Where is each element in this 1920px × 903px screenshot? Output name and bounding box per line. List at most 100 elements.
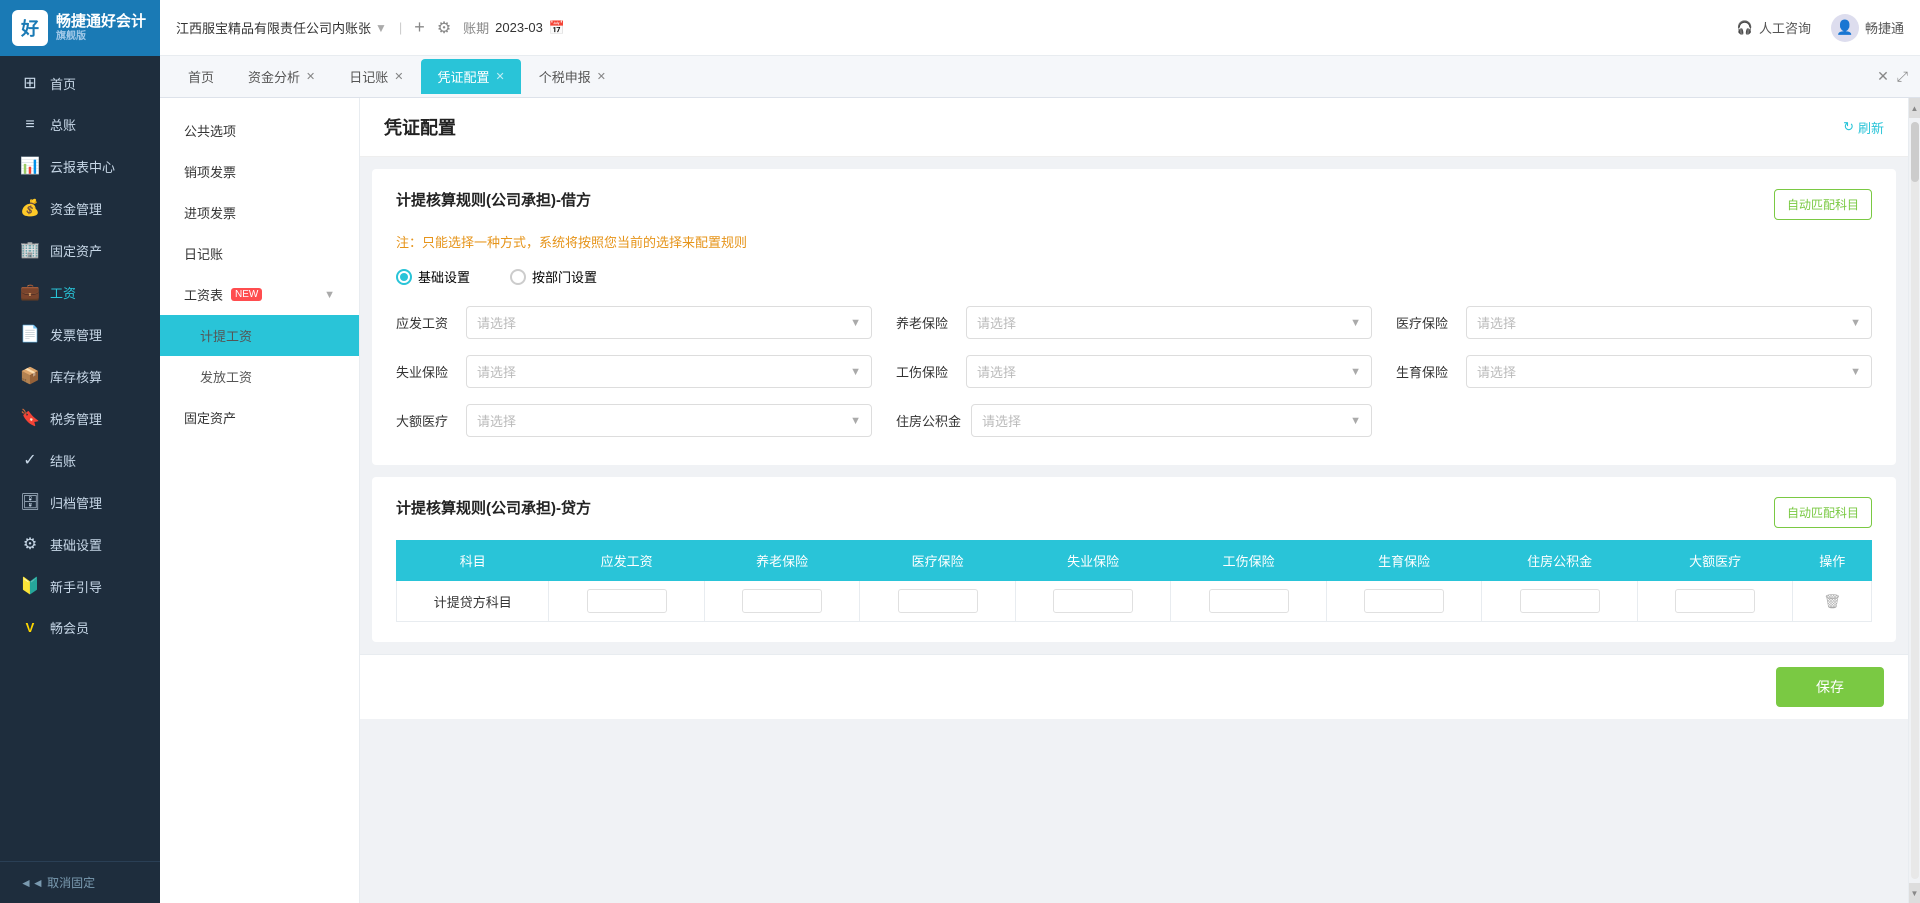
- input-big-medical[interactable]: [1675, 589, 1755, 613]
- delete-row-button[interactable]: 🗑: [1823, 593, 1841, 609]
- page-header: 凭证配置 ↻ 刷新: [360, 98, 1908, 157]
- chevron-work-injury: ▼: [1350, 366, 1361, 378]
- settings-gear-button[interactable]: ⚙: [437, 18, 451, 38]
- input-housing[interactable]: [1520, 589, 1600, 613]
- auto-match-debit-button[interactable]: 自动匹配科目: [1774, 189, 1872, 220]
- tab-finance[interactable]: 资金分析 ✕: [232, 59, 331, 94]
- sidebar-item-archive[interactable]: 🗄 归档管理: [0, 481, 160, 523]
- menu-item-journal[interactable]: 日记账: [160, 233, 359, 274]
- debit-section: 计提核算规则(公司承担)-借方 自动匹配科目 注：只能选择一种方式，系统将按照您…: [372, 169, 1896, 465]
- input-unemployment[interactable]: [1053, 589, 1133, 613]
- tab-voucher[interactable]: 凭证配置 ✕: [421, 59, 520, 94]
- sidebar-item-closing[interactable]: ✓ 结账: [0, 439, 160, 481]
- menu-item-jiti[interactable]: 计提工资: [160, 315, 359, 356]
- col-action: 操作: [1793, 541, 1872, 581]
- select-housing[interactable]: 请选择 ▼: [971, 404, 1372, 437]
- sidebar-item-member[interactable]: V 畅会员: [0, 607, 160, 648]
- menu-item-public[interactable]: 公共选项: [160, 110, 359, 151]
- cell-medical-input[interactable]: [860, 581, 1016, 622]
- input-medical[interactable]: [898, 589, 978, 613]
- select-salary-placeholder: 请选择: [477, 313, 516, 332]
- label-unemployment: 失业保险: [396, 362, 456, 381]
- user-profile[interactable]: 👤 畅捷通: [1831, 14, 1904, 42]
- sidebar-item-tax[interactable]: 🔖 税务管理: [0, 397, 160, 439]
- select-maternity[interactable]: 请选择 ▼: [1466, 355, 1872, 388]
- topbar-separator: |: [399, 20, 402, 35]
- select-work-injury[interactable]: 请选择 ▼: [966, 355, 1372, 388]
- cell-unemployment-input[interactable]: [1015, 581, 1171, 622]
- chevron-big-medical: ▼: [850, 415, 861, 427]
- credit-table: 科目 应发工资 养老保险 医疗保险 失业保险 工伤保险 生育保险 住房公积金 大…: [396, 540, 1872, 622]
- sidebar-label-cloud: 云报表中心: [50, 157, 115, 176]
- tab-tax-close[interactable]: ✕: [597, 70, 606, 83]
- tab-journal[interactable]: 日记账 ✕: [333, 59, 419, 94]
- field-medical: 医疗保险 请选择 ▼: [1396, 306, 1872, 339]
- maximize-icon[interactable]: ⤢: [1897, 68, 1908, 85]
- sidebar-item-home[interactable]: ⊞ 首页: [0, 62, 160, 104]
- cell-salary-input[interactable]: [549, 581, 705, 622]
- closing-icon: ✓: [20, 450, 40, 470]
- period-selector[interactable]: 账期 2023-03 📅: [463, 18, 565, 37]
- tab-journal-close[interactable]: ✕: [394, 70, 403, 83]
- credit-section-header: 计提核算规则(公司承担)-贷方 自动匹配科目: [396, 497, 1872, 528]
- menu-item-sales[interactable]: 销项发票: [160, 151, 359, 192]
- cell-housing-input[interactable]: [1482, 581, 1638, 622]
- menu-item-salary-table[interactable]: 工资表 NEW ▼: [160, 274, 359, 315]
- input-maternity[interactable]: [1364, 589, 1444, 613]
- scroll-down-button[interactable]: ▼: [1909, 883, 1920, 903]
- cell-work-injury-input[interactable]: [1171, 581, 1327, 622]
- input-salary[interactable]: [587, 589, 667, 613]
- cell-maternity-input[interactable]: [1326, 581, 1482, 622]
- sidebar-label-settings: 基础设置: [50, 535, 102, 554]
- tab-finance-close[interactable]: ✕: [306, 70, 315, 83]
- tab-voucher-close[interactable]: ✕: [496, 70, 505, 83]
- refresh-button[interactable]: ↻ 刷新: [1843, 118, 1884, 137]
- save-button[interactable]: 保存: [1776, 667, 1884, 707]
- debit-form: 应发工资 请选择 ▼ 养老保险 请选择 ▼: [396, 306, 1872, 437]
- radio-basic[interactable]: 基础设置: [396, 267, 470, 286]
- sidebar-item-assets[interactable]: 🏢 固定资产: [0, 229, 160, 271]
- sidebar-item-guide[interactable]: 🔰 新手引导: [0, 565, 160, 607]
- tab-bar: 首页 资金分析 ✕ 日记账 ✕ 凭证配置 ✕ 个税申报 ✕ ✕ ⤢: [160, 56, 1920, 98]
- select-medical[interactable]: 请选择 ▼: [1466, 306, 1872, 339]
- sidebar-item-cloud[interactable]: 📊 云报表中心: [0, 145, 160, 187]
- sidebar-item-salary[interactable]: 💼 工资: [0, 271, 160, 313]
- scroll-thumb[interactable]: [1911, 122, 1919, 182]
- select-pension[interactable]: 请选择 ▼: [966, 306, 1372, 339]
- tab-home[interactable]: 首页: [172, 59, 230, 94]
- menu-item-issue[interactable]: 发放工资: [160, 356, 359, 397]
- sidebar-item-invoice[interactable]: 📄 发票管理: [0, 313, 160, 355]
- tab-tax[interactable]: 个税申报 ✕: [523, 59, 622, 94]
- scroll-up-button[interactable]: ▲: [1909, 98, 1920, 118]
- menu-item-purchase[interactable]: 进项发票: [160, 192, 359, 233]
- page-title: 凭证配置: [384, 114, 456, 140]
- select-unemployment[interactable]: 请选择 ▼: [466, 355, 872, 388]
- cell-pension-input[interactable]: [704, 581, 860, 622]
- topbar: 江西服宝精品有限责任公司内账张 ▼ | + ⚙ 账期 2023-03 📅 🎧 人…: [160, 0, 1920, 56]
- sidebar-item-ledger[interactable]: ≡ 总账: [0, 104, 160, 145]
- col-housing: 住房公积金: [1482, 541, 1638, 581]
- select-big-medical[interactable]: 请选择 ▼: [466, 404, 872, 437]
- add-account-button[interactable]: +: [414, 17, 425, 38]
- sidebar-item-inventory[interactable]: 📦 库存核算: [0, 355, 160, 397]
- close-window-icon[interactable]: ✕: [1877, 68, 1889, 85]
- label-pension: 养老保险: [896, 313, 956, 332]
- radio-dept[interactable]: 按部门设置: [510, 267, 597, 286]
- service-button[interactable]: 🎧 人工咨询: [1737, 18, 1811, 37]
- period-value: 2023-03: [495, 20, 543, 35]
- input-pension[interactable]: [742, 589, 822, 613]
- menu-item-fixed-assets[interactable]: 固定资产: [160, 397, 359, 438]
- input-work-injury[interactable]: [1209, 589, 1289, 613]
- select-salary[interactable]: 请选择 ▼: [466, 306, 872, 339]
- company-selector[interactable]: 江西服宝精品有限责任公司内账张 ▼: [176, 18, 387, 37]
- scrollbar: ▲ ▼: [1908, 98, 1920, 903]
- sidebar-label-archive: 归档管理: [50, 493, 102, 512]
- company-name: 江西服宝精品有限责任公司内账张: [176, 18, 371, 37]
- expand-icon: ▼: [324, 289, 335, 301]
- sidebar-item-finance[interactable]: 💰 资金管理: [0, 187, 160, 229]
- cell-big-medical-input[interactable]: [1637, 581, 1793, 622]
- sidebar-item-settings[interactable]: ⚙ 基础设置: [0, 523, 160, 565]
- auto-match-credit-button[interactable]: 自动匹配科目: [1774, 497, 1872, 528]
- sidebar-nav: ⊞ 首页 ≡ 总账 📊 云报表中心 💰 资金管理 🏢 固定资产 💼 工资 📄 发…: [0, 56, 160, 861]
- unpin-button[interactable]: ◄◄ 取消固定: [0, 861, 160, 903]
